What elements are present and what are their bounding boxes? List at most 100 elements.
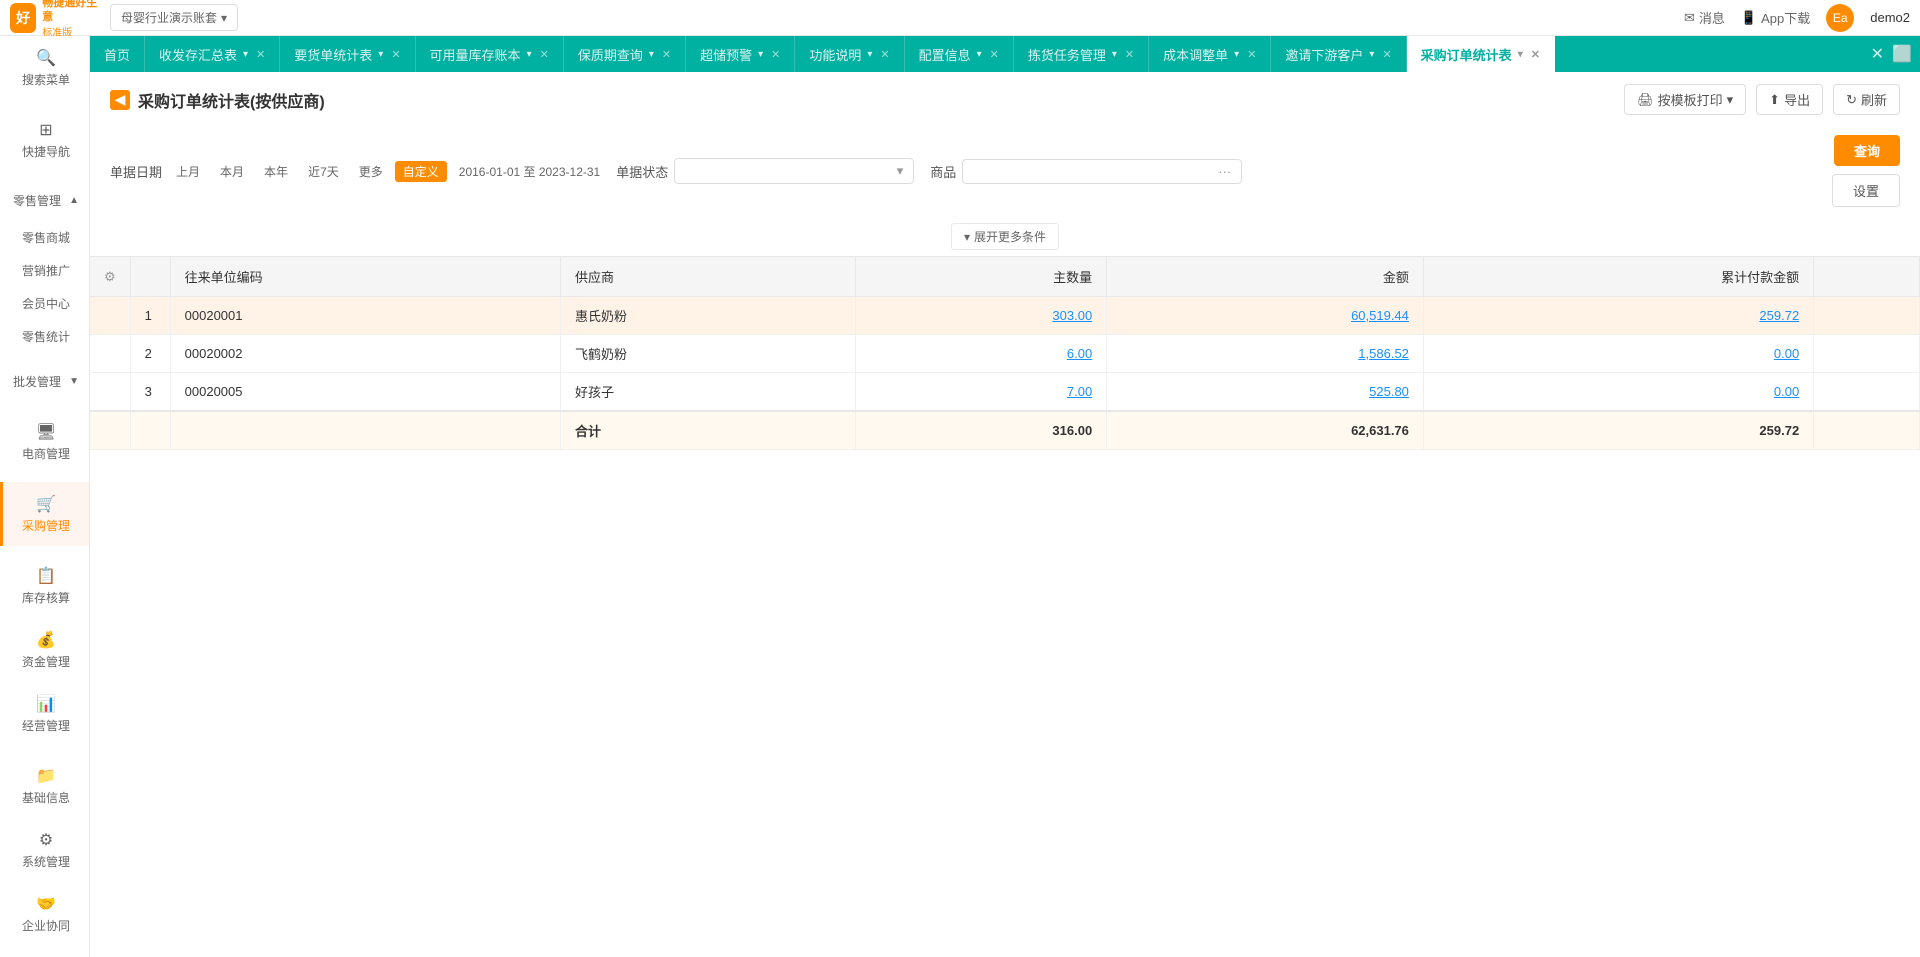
sidebar-item-purchase[interactable]: 🛒 采购管理: [0, 482, 89, 546]
th-supplier[interactable]: 供应商: [560, 257, 855, 297]
footer-amount: 62,631.76: [1107, 411, 1424, 450]
tab-receive-send[interactable]: 收发存汇总表 ▾ ✕: [145, 36, 280, 72]
cell-amount[interactable]: 60,519.44: [1107, 297, 1424, 335]
export-button[interactable]: ⬆ 导出: [1756, 84, 1823, 115]
sidebar-item-inventory[interactable]: 📋 库存核算: [0, 554, 89, 618]
cell-paid[interactable]: 259.72: [1423, 297, 1813, 335]
search-icon: 🔍: [36, 48, 56, 68]
date-last-7-days[interactable]: 近7天: [300, 161, 347, 182]
goods-input[interactable]: ···: [962, 159, 1242, 184]
ellipsis-icon[interactable]: ···: [1218, 164, 1231, 179]
tab-close-icon[interactable]: ✕: [1382, 48, 1391, 61]
avatar[interactable]: Ea: [1826, 4, 1854, 32]
tab-close-icon[interactable]: ✕: [880, 48, 889, 61]
sidebar-item-system[interactable]: ⚙ 系统管理: [0, 818, 89, 882]
sidebar-item-enterprise[interactable]: 🤝 企业协同: [0, 882, 89, 946]
tab-cost-adjust[interactable]: 成本调整单 ▾ ✕: [1149, 36, 1271, 72]
tab-close-icon[interactable]: ✕: [391, 48, 400, 61]
maximize-button[interactable]: ⬜: [1892, 44, 1912, 64]
footer-empty3: [170, 411, 560, 450]
sidebar-item-finance[interactable]: 💰 资金管理: [0, 618, 89, 682]
chevron-down-icon: ▾: [758, 49, 763, 60]
cell-quantity[interactable]: 6.00: [856, 335, 1107, 373]
chevron-down-icon: ▾: [649, 49, 654, 60]
tab-overstock[interactable]: 超储预警 ▾ ✕: [686, 36, 795, 72]
date-filter-group: 单据日期 上月 本月 本年 近7天 更多 自定义: [110, 161, 600, 182]
settings-button[interactable]: 设置: [1832, 174, 1900, 207]
query-button[interactable]: 查询: [1834, 135, 1900, 166]
tab-invite[interactable]: 邀请下游客户 ▾ ✕: [1271, 36, 1406, 72]
tab-close-icon[interactable]: ✕: [990, 48, 999, 61]
tab-close-icon[interactable]: ✕: [1531, 48, 1540, 61]
page-title-row: ◀ 采购订单统计表(按供应商) 🖨 按模板打印 ▾ ⬆ 导出: [110, 84, 1900, 115]
th-index: [130, 257, 170, 297]
sidebar-item-retail-stat[interactable]: 零售统计: [0, 320, 89, 353]
operations-icon: 📊: [36, 694, 56, 714]
cell-quantity[interactable]: 303.00: [856, 297, 1107, 335]
gear-icon: ⚙: [39, 830, 53, 850]
cell-amount[interactable]: 525.80: [1107, 373, 1424, 412]
th-quantity[interactable]: 主数量: [856, 257, 1107, 297]
tab-close-icon[interactable]: ✕: [662, 48, 671, 61]
workspace-selector[interactable]: 母婴行业演示账套 ▾: [110, 4, 238, 31]
expand-more-button[interactable]: ▾ 展开更多条件: [951, 223, 1059, 250]
tab-available[interactable]: 可用量库存账本 ▾ ✕: [416, 36, 564, 72]
tab-demand[interactable]: 要货单统计表 ▾ ✕: [280, 36, 415, 72]
tab-close-icon[interactable]: ✕: [1125, 48, 1134, 61]
tab-close-icon[interactable]: ✕: [256, 48, 265, 61]
tab-expiry[interactable]: 保质期查询 ▾ ✕: [564, 36, 686, 72]
tab-function[interactable]: 功能说明 ▾ ✕: [795, 36, 904, 72]
close-all-button[interactable]: ✕: [1871, 44, 1884, 64]
sidebar-item-members[interactable]: 会员中心: [0, 287, 89, 320]
cell-quantity[interactable]: 7.00: [856, 373, 1107, 412]
refresh-button[interactable]: ↻ 刷新: [1833, 84, 1900, 115]
tab-label: 配置信息: [919, 45, 971, 64]
sidebar-item-search[interactable]: 🔍 搜索菜单: [0, 36, 89, 100]
tab-close-icon[interactable]: ✕: [771, 48, 780, 61]
cell-amount[interactable]: 1,586.52: [1107, 335, 1424, 373]
cell-paid[interactable]: 0.00: [1423, 373, 1813, 412]
template-print-button[interactable]: 🖨 按模板打印 ▾: [1624, 84, 1746, 115]
sidebar-item-basic[interactable]: 📁 基础信息: [0, 754, 89, 818]
query-actions: 查询 设置: [1832, 135, 1900, 207]
tab-home[interactable]: 首页: [90, 36, 145, 72]
tab-config[interactable]: 配置信息 ▾ ✕: [905, 36, 1014, 72]
date-custom-badge[interactable]: 自定义: [395, 161, 447, 182]
tab-close-icon[interactable]: ✕: [540, 48, 549, 61]
date-more[interactable]: 更多: [351, 161, 391, 182]
date-this-year[interactable]: 本年: [256, 161, 296, 182]
sidebar-item-nav[interactable]: ⊞ 快捷导航: [0, 108, 89, 172]
date-last-month[interactable]: 上月: [168, 161, 208, 182]
collapse-arrow[interactable]: ◀: [110, 90, 130, 110]
page-header: ◀ 采购订单统计表(按供应商) 🖨 按模板打印 ▾ ⬆ 导出: [90, 72, 1920, 257]
footer-row: 合计 316.00 62,631.76 259.72: [90, 411, 1920, 450]
cell-supplier: 飞鹤奶粉: [560, 335, 855, 373]
tab-picking[interactable]: 拣货任务管理 ▾ ✕: [1014, 36, 1149, 72]
cell-paid[interactable]: 0.00: [1423, 335, 1813, 373]
th-paid[interactable]: 累计付款金额: [1423, 257, 1813, 297]
message-button[interactable]: ✉ 消息: [1684, 8, 1725, 27]
table-area: ⚙ 往来单位编码 供应商 主数量 金额 累计付款金额: [90, 257, 1920, 957]
app-container: 好 畅捷通好生意 标准版 母婴行业演示账套 ▾ ✉ 消息 📱 App下载 Ea …: [0, 0, 1920, 957]
th-amount[interactable]: 金额: [1107, 257, 1424, 297]
tab-close-icon[interactable]: ✕: [1247, 48, 1256, 61]
app-download-button[interactable]: 📱 App下载: [1741, 8, 1810, 27]
sidebar-item-retail-shop[interactable]: 零售商城: [0, 221, 89, 254]
cell-unit-code: 00020005: [170, 373, 560, 412]
tab-purchase-summary[interactable]: 采购订单统计表 ▾ ✕: [1407, 36, 1555, 72]
sidebar-item-marketing[interactable]: 营销推广: [0, 254, 89, 287]
page-title: 采购订单统计表(按供应商): [138, 88, 325, 112]
top-bar-right: ✉ 消息 📱 App下载 Ea demo2: [1684, 4, 1910, 32]
status-select[interactable]: ▾: [674, 158, 914, 184]
sidebar-item-operations[interactable]: 📊 经营管理: [0, 682, 89, 746]
sidebar-item-wholesale[interactable]: 批发管理 ▼: [0, 361, 89, 402]
tab-label: 可用量库存账本: [430, 45, 521, 64]
date-this-month[interactable]: 本月: [212, 161, 252, 182]
th-empty: [1814, 257, 1920, 297]
sidebar-item-label: 会员中心: [22, 295, 70, 312]
settings-icon[interactable]: ⚙: [104, 269, 116, 284]
sidebar-item-retail[interactable]: 零售管理 ▲: [0, 180, 89, 221]
page-content: ◀ 采购订单统计表(按供应商) 🖨 按模板打印 ▾ ⬆ 导出: [90, 72, 1920, 957]
sidebar-item-ecommerce[interactable]: 🖥 电商管理: [0, 410, 89, 474]
th-unit-code[interactable]: 往来单位编码: [170, 257, 560, 297]
